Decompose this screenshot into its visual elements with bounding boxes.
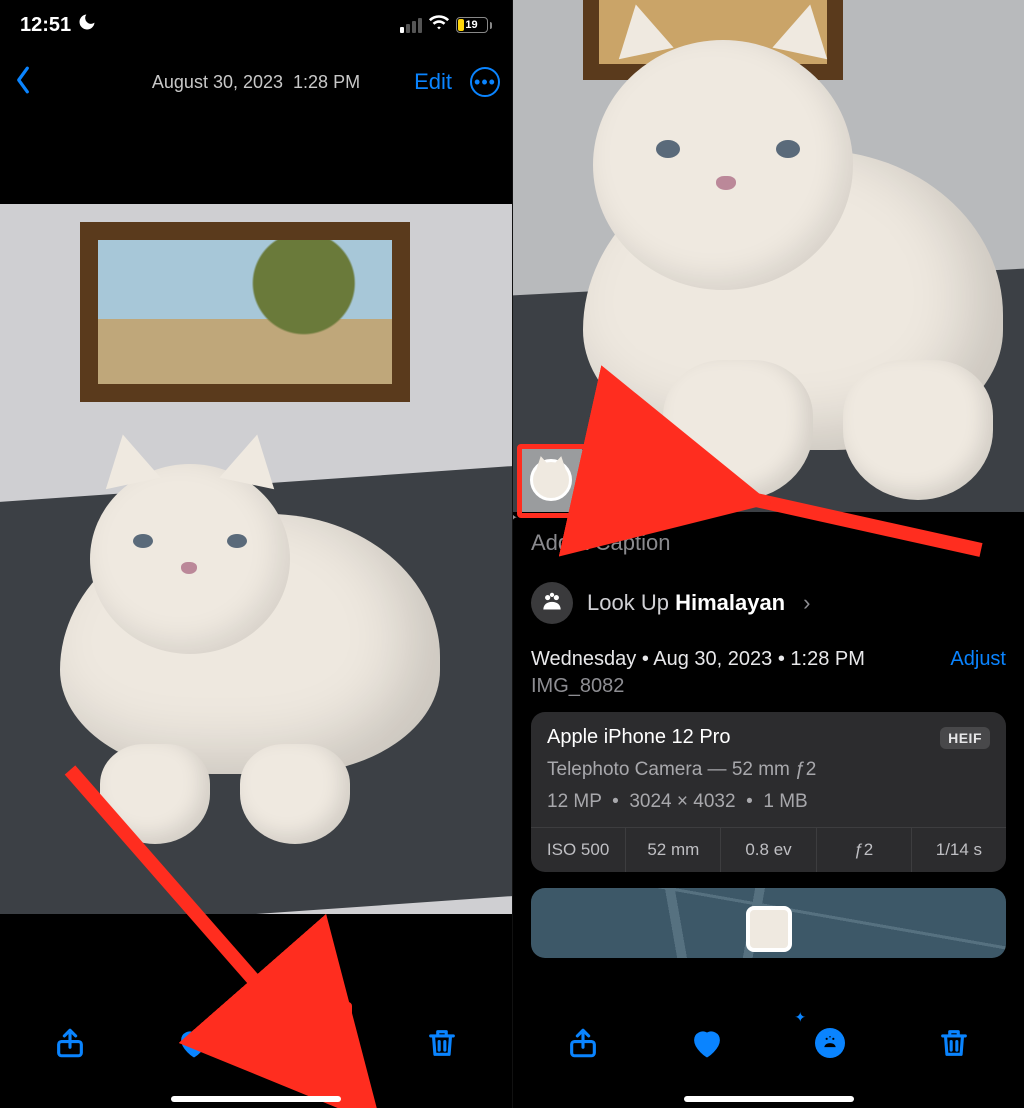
- more-options-button[interactable]: •••: [470, 67, 500, 97]
- share-button[interactable]: [555, 1015, 611, 1071]
- battery-percent: 19: [457, 19, 487, 31]
- favorite-button[interactable]: [679, 1015, 735, 1071]
- favorite-button[interactable]: [166, 1015, 222, 1071]
- photo-info-screen: Add a Caption ✦ Look Up Himalayan › Wedn…: [512, 0, 1024, 1108]
- nav-bar: August 30, 2023 1:28 PM Edit •••: [0, 50, 512, 114]
- home-indicator[interactable]: [171, 1096, 341, 1102]
- bottom-toolbar: ✦: [0, 998, 512, 1108]
- exif-ev: 0.8 ev: [720, 828, 815, 872]
- adjust-date-button[interactable]: Adjust: [950, 648, 1006, 671]
- exif-aperture: ƒ2: [816, 828, 911, 872]
- photo-content: [513, 0, 1024, 512]
- visual-lookup-row[interactable]: ✦ Look Up Himalayan ›: [531, 574, 1006, 642]
- cellular-icon: [400, 18, 422, 33]
- lookup-text: Look Up Himalayan: [587, 590, 785, 616]
- device-name: Apple iPhone 12 Pro: [547, 726, 730, 749]
- sparkle-icon: ✦: [794, 1009, 806, 1026]
- exif-iso: ISO 500: [531, 828, 625, 872]
- exif-card[interactable]: Apple iPhone 12 Pro HEIF Telephoto Camer…: [531, 712, 1006, 872]
- photo-viewport[interactable]: [513, 0, 1024, 512]
- annotation-highlight-thumbnail: [517, 444, 591, 518]
- delete-button[interactable]: [926, 1015, 982, 1071]
- annotation-highlight-info: [272, 1002, 352, 1082]
- pet-icon: [815, 1028, 845, 1058]
- battery-indicator: 19: [456, 17, 493, 33]
- home-indicator[interactable]: [684, 1096, 854, 1102]
- lens-info: Telephoto Camera — 52 mm ƒ2: [547, 759, 990, 791]
- photo-viewport[interactable]: [0, 114, 512, 988]
- bottom-toolbar: ✦: [513, 998, 1024, 1108]
- edit-button[interactable]: Edit: [414, 69, 452, 95]
- photo-timestamp: Wednesday • Aug 30, 2023 • 1:28 PM: [531, 648, 865, 671]
- do-not-disturb-icon: [77, 12, 97, 38]
- resolution-info: 12 MP • 3024 × 4032 • 1 MB: [547, 791, 990, 823]
- info-panel: Add a Caption ✦ Look Up Himalayan › Wedn…: [513, 512, 1024, 998]
- chevron-right-icon: ›: [803, 590, 810, 616]
- exif-focal: 52 mm: [625, 828, 720, 872]
- share-button[interactable]: [42, 1015, 98, 1071]
- photo-viewer-screen: 12:51 19 August 30, 2023: [0, 0, 512, 1108]
- caption-field[interactable]: Add a Caption: [531, 526, 1006, 574]
- back-button[interactable]: [12, 65, 34, 100]
- wifi-icon: [428, 11, 450, 39]
- photo-content: [0, 204, 512, 914]
- location-map[interactable]: [531, 888, 1006, 958]
- status-time: 12:51: [20, 14, 71, 37]
- map-photo-pin: [746, 906, 792, 952]
- info-button-active[interactable]: ✦: [802, 1015, 858, 1071]
- format-badge: HEIF: [940, 727, 990, 749]
- pet-icon: [531, 582, 573, 624]
- exif-details-row: ISO 500 52 mm 0.8 ev ƒ2 1/14 s: [531, 827, 1006, 872]
- status-bar: 12:51 19: [0, 0, 512, 50]
- exif-shutter: 1/14 s: [911, 828, 1006, 872]
- delete-button[interactable]: [414, 1015, 470, 1071]
- filename-label: IMG_8082: [531, 671, 1006, 712]
